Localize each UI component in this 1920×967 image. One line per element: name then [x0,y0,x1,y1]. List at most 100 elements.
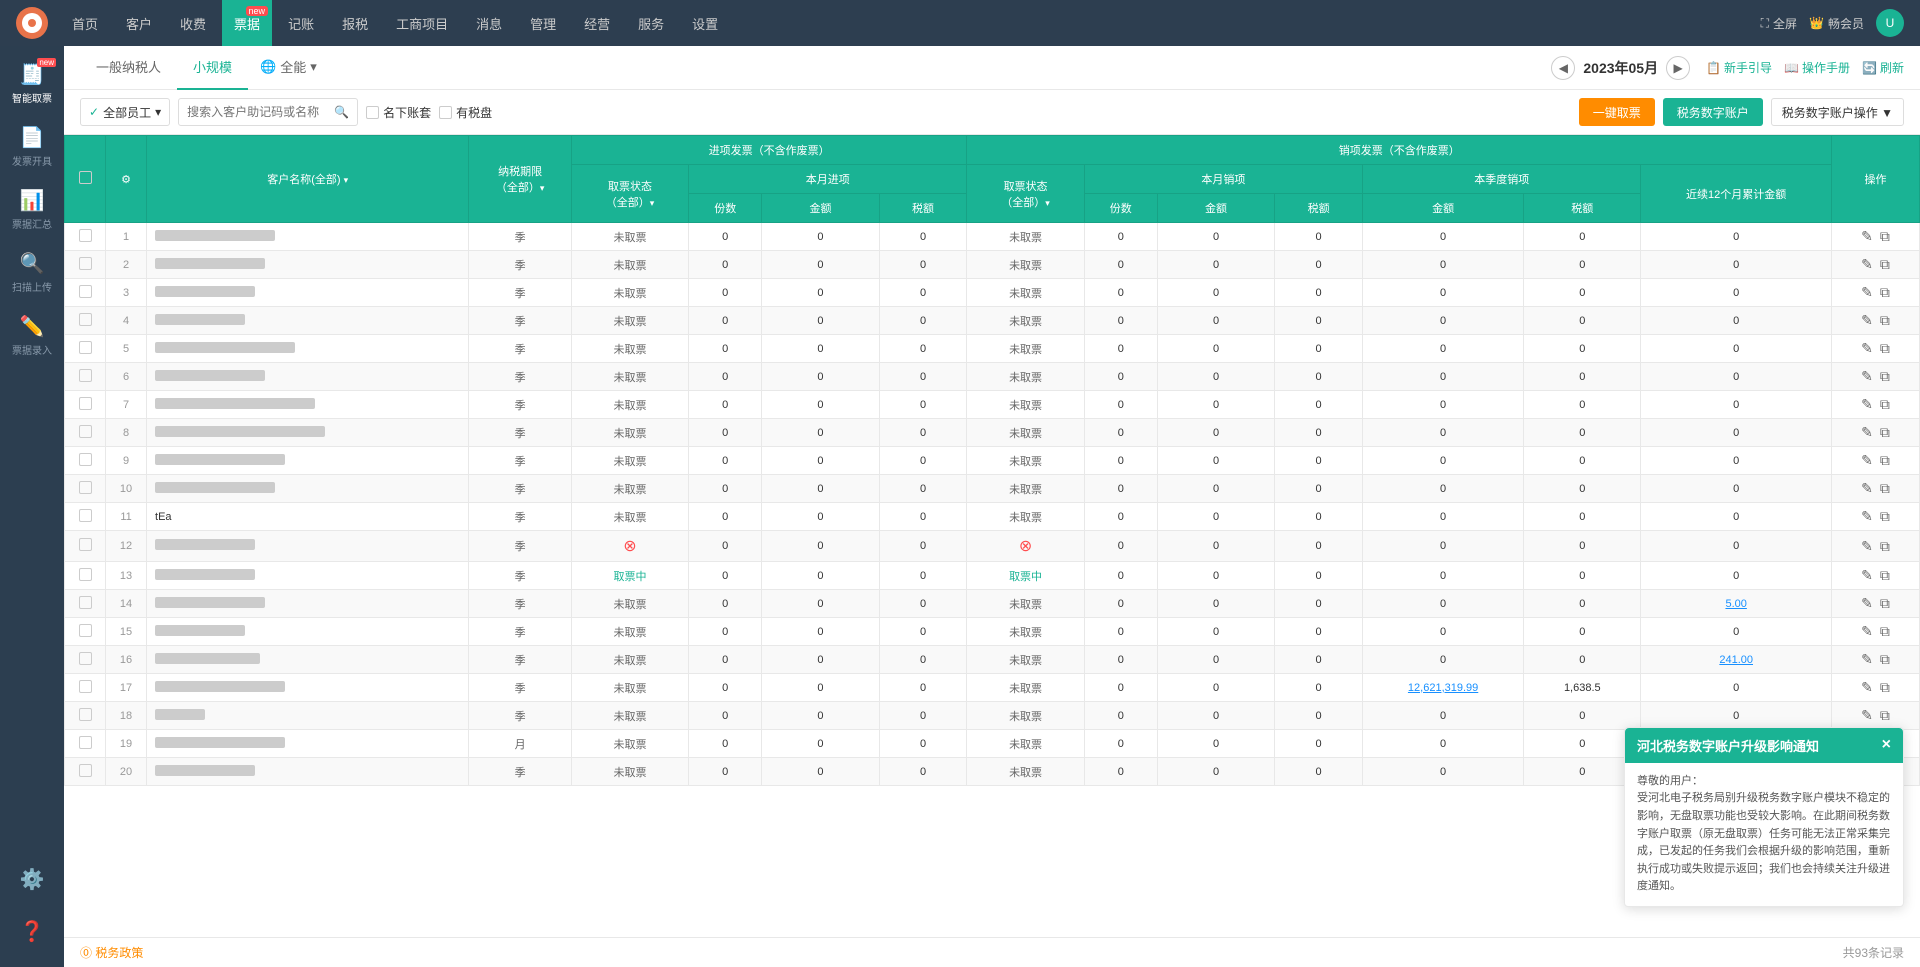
search-input[interactable] [187,105,334,119]
copy-button[interactable]: ⧉ [1880,707,1890,723]
app-logo[interactable] [16,7,48,39]
checkbox-tax-disk[interactable]: 有税盘 [439,104,492,121]
copy-button[interactable]: ⧉ [1880,396,1890,412]
edit-button[interactable]: ✎ [1861,651,1873,667]
member-button[interactable]: 👑 畅会员 [1809,15,1864,32]
row-checkbox[interactable] [65,758,106,786]
manual-button[interactable]: 📖 操作手册 [1784,59,1850,76]
sidebar-item-summary[interactable]: 📊 票据汇总 [4,180,60,239]
sidebar-item-smart-fetch[interactable]: 🧾 智能取票 new [4,54,60,113]
copy-button[interactable]: ⧉ [1880,256,1890,272]
row-checkbox[interactable] [65,279,106,307]
copy-button[interactable]: ⧉ [1880,424,1890,440]
nav-customer[interactable]: 客户 [114,0,164,46]
sidebar-settings-btn[interactable]: ⚙️ [4,859,60,903]
nav-business[interactable]: 工商项目 [384,0,460,46]
edit-button[interactable]: ✎ [1861,538,1873,554]
th-out-status[interactable]: 取票状态（全部）▾ [967,165,1084,223]
edit-button[interactable]: ✎ [1861,452,1873,468]
notification-close-button[interactable]: × [1882,736,1891,754]
edit-button[interactable]: ✎ [1861,480,1873,496]
nav-message[interactable]: 消息 [464,0,514,46]
edit-button[interactable]: ✎ [1861,424,1873,440]
copy-button[interactable]: ⧉ [1880,452,1890,468]
th-name[interactable]: 客户名称(全部) ▾ [147,136,469,223]
row-checkbox[interactable] [65,674,106,702]
select-all-checkbox[interactable] [79,171,92,184]
edit-button[interactable]: ✎ [1861,396,1873,412]
copy-button[interactable]: ⧉ [1880,538,1890,554]
edit-button[interactable]: ✎ [1861,707,1873,723]
nav-billing[interactable]: 收费 [168,0,218,46]
date-next-button[interactable]: ▶ [1666,56,1690,80]
edit-button[interactable]: ✎ [1861,228,1873,244]
new-guide-button[interactable]: 📋 新手引导 [1706,59,1772,76]
row-checkbox[interactable] [65,391,106,419]
nav-home[interactable]: 首页 [60,0,110,46]
tax-account-ops-button[interactable]: 税务数字账户操作 ▼ [1771,98,1904,126]
copy-button[interactable]: ⧉ [1880,623,1890,639]
row-checkbox[interactable] [65,251,106,279]
copy-button[interactable]: ⧉ [1880,595,1890,611]
row-checkbox[interactable] [65,646,106,674]
row-checkbox[interactable] [65,531,106,562]
edit-button[interactable]: ✎ [1861,284,1873,300]
copy-button[interactable]: ⧉ [1880,284,1890,300]
refresh-button[interactable]: 🔄 刷新 [1862,59,1904,76]
copy-button[interactable]: ⧉ [1880,368,1890,384]
date-prev-button[interactable]: ◀ [1551,56,1575,80]
sub-account-checkbox[interactable] [366,106,379,119]
copy-button[interactable]: ⧉ [1880,651,1890,667]
edit-button[interactable]: ✎ [1861,679,1873,695]
copy-button[interactable]: ⧉ [1880,480,1890,496]
row-checkbox[interactable] [65,590,106,618]
row-checkbox[interactable] [65,503,106,531]
row-checkbox[interactable] [65,702,106,730]
employee-filter[interactable]: ✓ 全部员工 ▾ [80,98,170,126]
sidebar-item-entry[interactable]: ✏️ 票据录入 [4,306,60,365]
edit-button[interactable]: ✎ [1861,312,1873,328]
th-in-status[interactable]: 取票状态（全部）▾ [571,165,688,223]
one-click-fetch-button[interactable]: 一键取票 [1579,98,1655,126]
tab-general-taxpayer[interactable]: 一般纳税人 [80,46,177,90]
avatar[interactable]: U [1876,9,1904,37]
nav-invoice[interactable]: 票据 new [222,0,272,46]
nav-ops[interactable]: 经营 [572,0,622,46]
sidebar-item-open-invoice[interactable]: 📄 发票开具 [4,117,60,176]
edit-button[interactable]: ✎ [1861,567,1873,583]
tax-disk-checkbox[interactable] [439,106,452,119]
sidebar-help-btn[interactable]: ❓ [4,911,60,955]
copy-button[interactable]: ⧉ [1880,340,1890,356]
copy-button[interactable]: ⧉ [1880,567,1890,583]
edit-button[interactable]: ✎ [1861,508,1873,524]
sidebar-item-scan[interactable]: 🔍 扫描上传 [4,243,60,302]
row-checkbox[interactable] [65,223,106,251]
row-checkbox[interactable] [65,307,106,335]
checkbox-sub-account[interactable]: 名下账套 [366,104,431,121]
row-checkbox[interactable] [65,447,106,475]
tab-small-scale[interactable]: 小规模 [177,46,248,90]
row-checkbox[interactable] [65,335,106,363]
copy-button[interactable]: ⧉ [1880,312,1890,328]
row-checkbox[interactable] [65,730,106,758]
column-settings-icon[interactable]: ⚙ [121,174,131,186]
nav-manage[interactable]: 管理 [518,0,568,46]
row-checkbox[interactable] [65,363,106,391]
tab-full[interactable]: 🌐 全能 ▾ [248,46,329,90]
copy-button[interactable]: ⧉ [1880,508,1890,524]
tax-policy-link[interactable]: ⓪ 税务政策 [80,944,143,961]
nav-tax[interactable]: 报税 [330,0,380,46]
search-box[interactable]: 🔍 [178,98,358,126]
edit-button[interactable]: ✎ [1861,368,1873,384]
edit-button[interactable]: ✎ [1861,256,1873,272]
edit-button[interactable]: ✎ [1861,340,1873,356]
tax-account-button[interactable]: 税务数字账户 [1663,98,1763,126]
fullscreen-button[interactable]: ⛶ 全屏 [1761,15,1797,32]
row-checkbox[interactable] [65,419,106,447]
edit-button[interactable]: ✎ [1861,595,1873,611]
copy-button[interactable]: ⧉ [1880,228,1890,244]
nav-service[interactable]: 服务 [626,0,676,46]
row-checkbox[interactable] [65,475,106,503]
row-checkbox[interactable] [65,562,106,590]
th-period[interactable]: 纳税期限（全部）▾ [469,136,572,223]
